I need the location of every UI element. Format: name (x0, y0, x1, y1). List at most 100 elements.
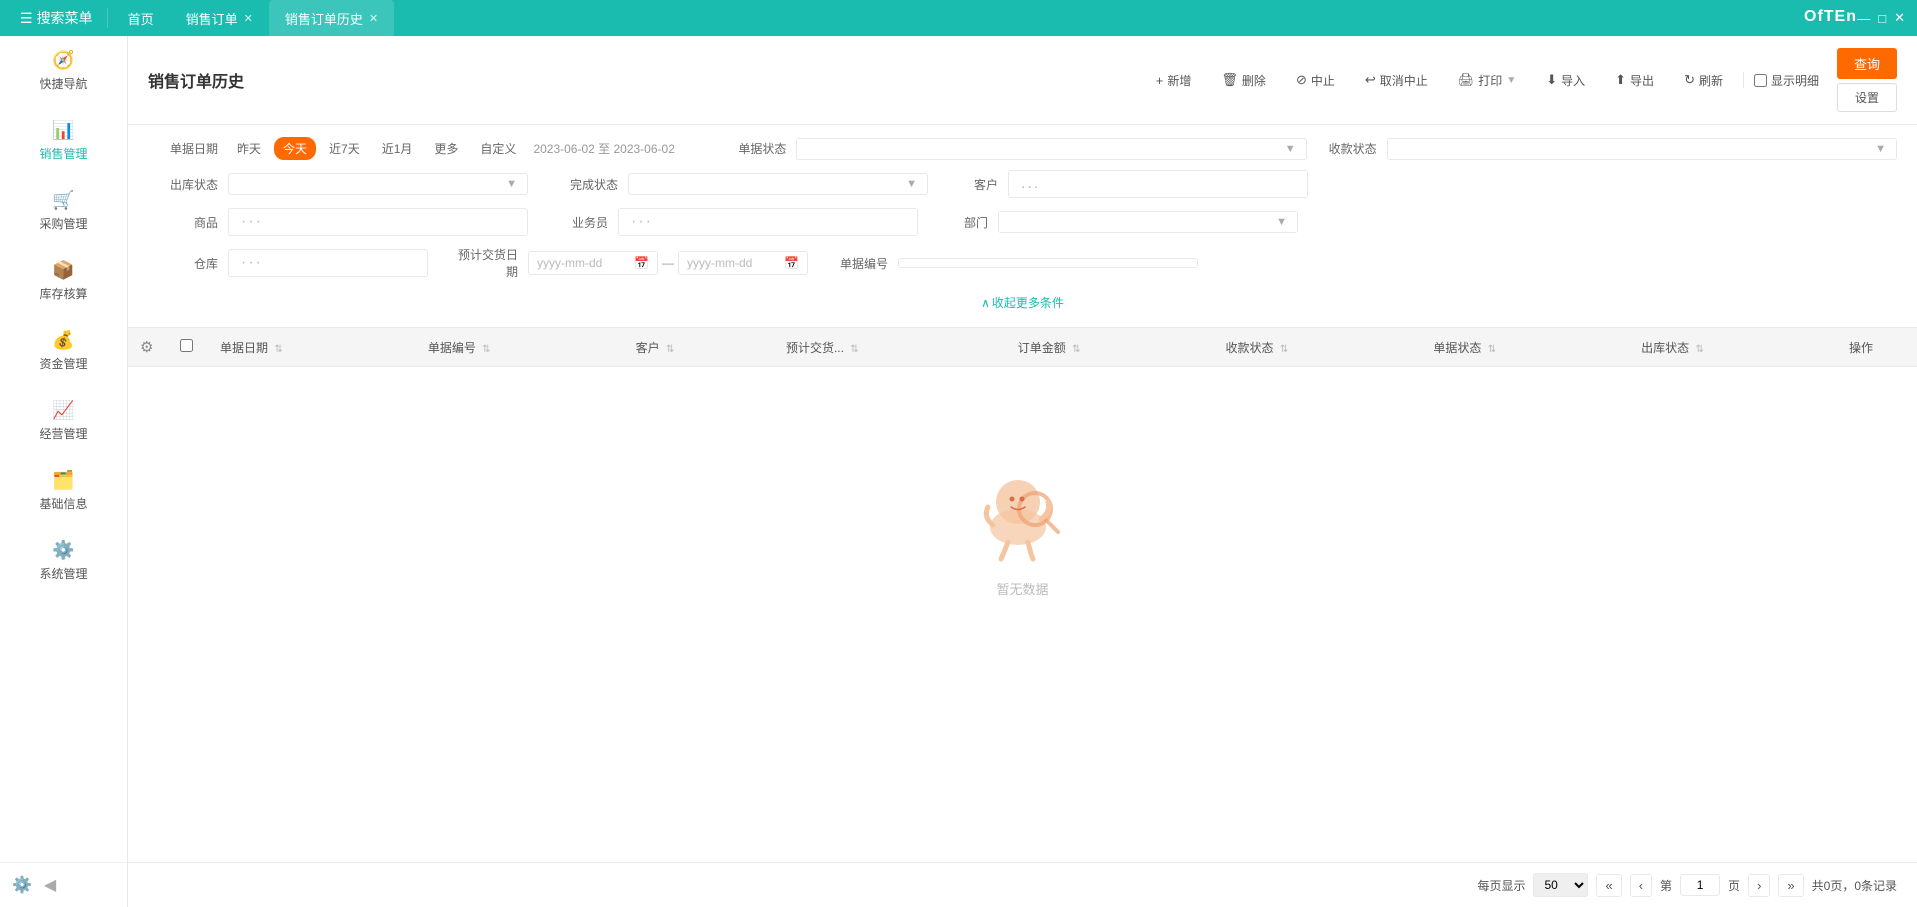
btn-query[interactable]: 查询 (1837, 48, 1897, 79)
sidebar-collapse-icon[interactable]: ◀ (44, 875, 56, 895)
content-area: 销售订单历史 + 新增 🗑 删除 ⊘ 中止 ↩ 取消中止 (128, 36, 1917, 907)
customer-input[interactable]: ... (1008, 170, 1308, 198)
sidebar-item-quicknav[interactable]: 🧭 快捷导航 (0, 36, 127, 106)
date-btn-today[interactable]: 今天 (274, 137, 316, 160)
sidebar-item-purchase[interactable]: 🛒 采购管理 (0, 176, 127, 246)
btn-import[interactable]: ⬇ 导入 (1536, 67, 1595, 94)
print-icon: 🖨 (1458, 72, 1475, 88)
empty-state-row: 暂无数据 (128, 367, 1917, 679)
search-menu[interactable]: ☰ 搜索菜单 (12, 8, 108, 28)
table-settings-icon[interactable]: ⚙ (140, 339, 153, 356)
th-amount-sort[interactable]: ⇅ (1072, 344, 1080, 355)
th-receipt-status-sort[interactable]: ⇅ (1280, 344, 1288, 355)
header-row: ⚙ 单据日期 ⇅ 单据编号 ⇅ (128, 328, 1917, 367)
search-menu-icon: ☰ (20, 10, 33, 27)
sidebar-item-finance[interactable]: 💰 资金管理 (0, 316, 127, 386)
th-customer: 客户 ⇅ (624, 328, 774, 367)
th-ship-status-sort[interactable]: ⇅ (1696, 344, 1704, 355)
bill-status-select[interactable]: ▼ (796, 138, 1306, 160)
tab-home-label: 首页 (128, 9, 154, 28)
date-range-display: 2023-06-02 至 2023-06-02 (533, 140, 674, 157)
btn-cancel-stop[interactable]: ↩ 取消中止 (1355, 67, 1438, 94)
collapse-filters-btn[interactable]: ∧ 收起更多条件 (148, 290, 1897, 315)
salesperson-input[interactable]: ··· (618, 208, 918, 236)
export-icon: ⬆ (1615, 72, 1626, 88)
btn-refresh[interactable]: ↻ 刷新 (1674, 67, 1733, 94)
th-delivery-label: 预计交货... (786, 341, 844, 355)
th-date-sort[interactable]: ⇅ (274, 344, 282, 355)
inventory-icon: 📦 (52, 260, 74, 281)
minimize-btn[interactable]: — (1857, 11, 1870, 26)
tab-home[interactable]: 首页 (112, 0, 170, 36)
th-number-sort[interactable]: ⇅ (482, 344, 490, 355)
date-btn-7days[interactable]: 近7天 (320, 137, 369, 160)
department-select[interactable]: ▼ (998, 211, 1298, 233)
per-page-select[interactable]: 50 20 100 (1533, 873, 1588, 897)
display-detail-checkbox[interactable]: 显示明细 (1754, 72, 1819, 89)
date-filter-label: 单据日期 (148, 140, 228, 157)
btn-delete[interactable]: 🗑 删除 (1211, 67, 1276, 94)
tab-sales-order[interactable]: 销售订单 ✕ (170, 0, 269, 36)
btn-stop[interactable]: ⊘ 中止 (1286, 67, 1345, 94)
select-all-checkbox[interactable] (180, 339, 193, 352)
empty-text: 暂无数据 (996, 579, 1048, 598)
empty-illustration (963, 447, 1083, 567)
tab-sales-order-close[interactable]: ✕ (244, 12, 253, 25)
filter-row-4: 仓库 ··· 预计交货日期 yyyy-mm-dd 📅 — yyyy-mm-dd … (148, 246, 1897, 280)
date-quick-btns: 昨天 今天 近7天 近1月 更多 自定义 (228, 137, 525, 160)
product-input[interactable]: ··· (228, 208, 528, 236)
date-btn-yesterday[interactable]: 昨天 (228, 137, 270, 160)
date-btn-1month[interactable]: 近1月 (373, 137, 422, 160)
last-page-btn[interactable]: » (1778, 874, 1803, 897)
delivery-start-input[interactable]: yyyy-mm-dd 📅 (528, 251, 658, 275)
warehouse-filter-label: 仓库 (148, 255, 228, 272)
ship-status-select[interactable]: ▼ (228, 173, 528, 195)
maximize-btn[interactable]: □ (1878, 11, 1886, 26)
page-number-input[interactable] (1680, 874, 1720, 896)
cancel-stop-icon: ↩ (1365, 72, 1376, 88)
sidebar-item-inventory[interactable]: 📦 库存核算 (0, 246, 127, 316)
btn-settings[interactable]: 设置 (1837, 83, 1897, 112)
date-filter-area: 昨天 今天 近7天 近1月 更多 自定义 2023-06-02 至 2023-0… (228, 137, 716, 160)
receipt-status-select[interactable]: ▼ (1387, 138, 1897, 160)
th-customer-label: 客户 (636, 341, 660, 355)
th-delivery-sort[interactable]: ⇅ (850, 344, 858, 355)
btn-new-label: 新增 (1167, 72, 1191, 89)
sidebar-item-operations[interactable]: 📈 经营管理 (0, 386, 127, 456)
receipt-status-label: 收款状态 (1307, 140, 1387, 157)
sidebar-item-system[interactable]: ⚙️ 系统管理 (0, 526, 127, 596)
bill-number-input[interactable] (898, 258, 1198, 268)
date-dash: — (662, 256, 674, 270)
date-btn-custom[interactable]: 自定义 (471, 137, 525, 160)
empty-state: 暂无数据 (128, 367, 1917, 678)
stop-icon: ⊘ (1296, 72, 1307, 88)
delivery-end-input[interactable]: yyyy-mm-dd 📅 (678, 251, 808, 275)
tab-sales-history-close[interactable]: ✕ (369, 12, 378, 25)
btn-print[interactable]: 🖨 打印 ▼ (1448, 67, 1526, 94)
warehouse-input[interactable]: ··· (228, 249, 428, 277)
basic-icon: 🗂️ (52, 470, 74, 491)
btn-new[interactable]: + 新增 (1146, 67, 1202, 94)
close-btn[interactable]: ✕ (1894, 10, 1905, 26)
sidebar-item-basic[interactable]: 🗂️ 基础信息 (0, 456, 127, 526)
prev-page-btn[interactable]: ‹ (1630, 874, 1652, 897)
sidebar-item-sales[interactable]: 📊 销售管理 (0, 106, 127, 176)
sidebar-settings-icon[interactable]: ⚙️ (12, 875, 32, 895)
btn-import-label: 导入 (1561, 72, 1585, 89)
tab-sales-history[interactable]: 销售订单历史 ✕ (269, 0, 394, 36)
first-page-btn[interactable]: « (1596, 874, 1621, 897)
complete-status-select[interactable]: ▼ (628, 173, 928, 195)
th-bill-status-sort[interactable]: ⇅ (1488, 344, 1496, 355)
th-ship-status: 出库状态 ⇅ (1629, 328, 1837, 367)
detail-checkbox-input[interactable] (1754, 74, 1767, 87)
filter-row-1: 单据日期 昨天 今天 近7天 近1月 更多 自定义 2023-06-02 至 2… (148, 137, 1897, 160)
th-amount-label: 订单金额 (1018, 341, 1066, 355)
date-btn-more[interactable]: 更多 (425, 137, 467, 160)
th-customer-sort[interactable]: ⇅ (666, 344, 674, 355)
print-dropdown-icon: ▼ (1506, 75, 1516, 86)
btn-refresh-label: 刷新 (1699, 72, 1723, 89)
next-page-btn[interactable]: › (1748, 874, 1770, 897)
btn-export[interactable]: ⬆ 导出 (1605, 67, 1664, 94)
sidebar-item-operations-label: 经营管理 (39, 425, 87, 442)
toolbar-divider (1743, 72, 1744, 88)
